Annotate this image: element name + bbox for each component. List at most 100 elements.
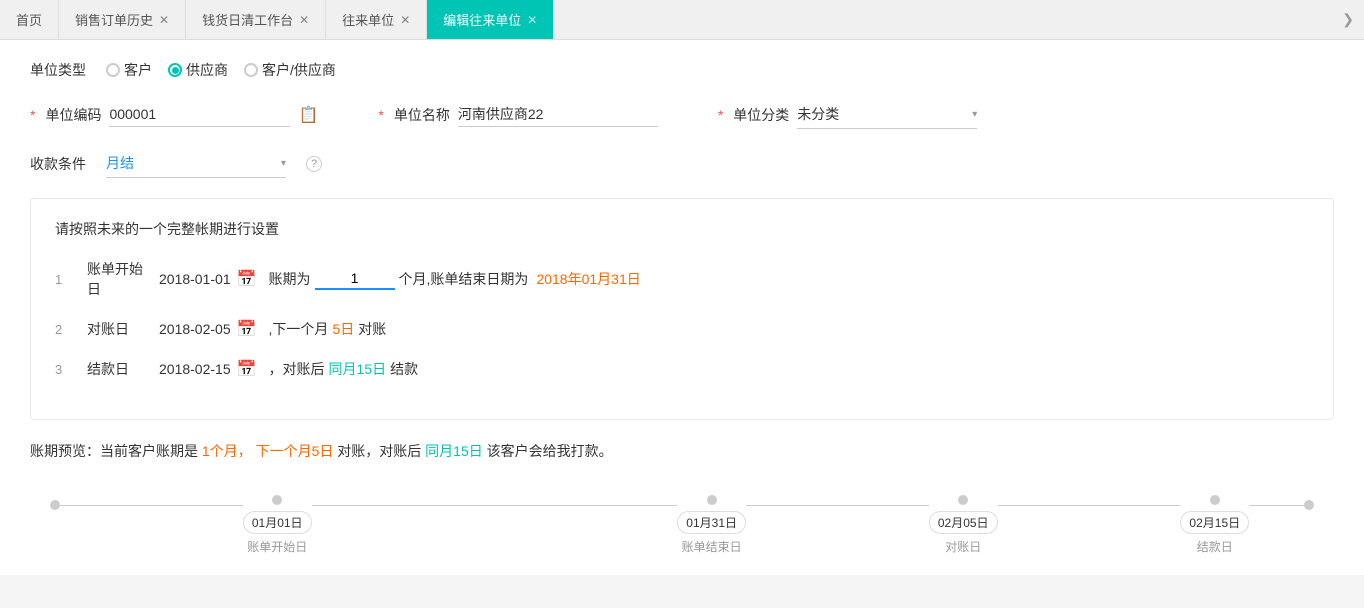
tab-sales-history-label: 销售订单历史 — [75, 10, 153, 29]
row-suffix-3: ，对账后 同月15日 结款 — [269, 359, 419, 379]
suffix-post-2: 对账 — [358, 319, 386, 339]
radio-customer-label: 客户 — [124, 60, 152, 80]
payment-dropdown[interactable]: 月结 ▾ — [106, 149, 286, 178]
suffix-pre-2: ,下一个月 — [269, 319, 329, 339]
row-num-1: 1 — [55, 272, 75, 287]
tl-label-3: 对账日 — [945, 538, 981, 555]
timeline-left-end — [50, 500, 60, 510]
timeline-point-1: 01月01日 账单开始日 — [243, 482, 312, 555]
radio-both-circle — [244, 63, 258, 77]
date-value-1: 2018-01-01 — [159, 271, 231, 287]
preview-prefix: 账期预览：当前客户账期是 — [30, 443, 198, 459]
unit-type-row: 单位类型 客户 供应商 客户/供应商 — [30, 60, 1334, 80]
tl-dot-1 — [272, 495, 282, 505]
suffix-pre-1: 账期为 — [269, 269, 311, 289]
date-field-1: 2018-01-01 📅 — [159, 269, 257, 289]
tab-edit-partner-label: 编辑往来单位 — [443, 10, 521, 29]
calendar-icon-2[interactable]: 📅 — [237, 319, 257, 339]
classify-arrow: ▾ — [972, 109, 977, 120]
tl-date-2: 01月31日 — [677, 511, 746, 534]
tl-connector-4 — [1249, 505, 1304, 506]
tl-connector-2 — [746, 505, 929, 506]
radio-supplier-circle — [168, 63, 182, 77]
timeline-point-3: 02月05日 对账日 — [929, 482, 998, 555]
suffix-post-3: 结款 — [390, 359, 418, 379]
tab-partners-close[interactable]: ✕ — [400, 13, 410, 27]
preview-settle: 同月15日 — [425, 443, 483, 459]
tab-home[interactable]: 首页 — [0, 0, 59, 39]
preview-suffix: 该客户会给我打款。 — [487, 443, 613, 459]
tl-label-4: 结款日 — [1197, 538, 1233, 555]
tab-partners[interactable]: 往来单位 ✕ — [326, 0, 427, 39]
radio-group: 客户 供应商 客户/供应商 — [106, 60, 336, 80]
classify-field: * 单位分类 未分类 ▾ — [718, 100, 977, 129]
classify-value: 未分类 — [797, 104, 839, 124]
highlight-3: 同月15日 — [329, 359, 387, 379]
setting-row-2: 2 对账日 2018-02-05 📅 ,下一个月 5日 对账 — [55, 319, 1309, 339]
unit-type-label: 单位类型 — [30, 60, 86, 80]
code-label: 单位编码 — [45, 105, 101, 125]
row-type-2: 对账日 — [87, 319, 147, 339]
copy-icon[interactable]: 📋 — [298, 105, 318, 125]
code-input[interactable] — [109, 102, 290, 127]
tl-label-2: 账单结束日 — [682, 538, 742, 555]
row-num-3: 3 — [55, 362, 75, 377]
tab-sales-history[interactable]: 销售订单历史 ✕ — [59, 0, 186, 39]
payment-arrow: ▾ — [281, 158, 286, 169]
suffix-pre-3: ，对账后 — [269, 359, 325, 379]
preview-section: 账期预览：当前客户账期是 1个月， 下一个月5日 对账，对账后 同月15日 该客… — [30, 440, 1334, 462]
row-suffix-1: 账期为 个月,账单结束日期为 2018年01月31日 — [269, 268, 641, 290]
tab-home-label: 首页 — [16, 10, 42, 29]
tl-connector-0 — [60, 505, 243, 506]
tl-dot-2 — [707, 495, 717, 505]
code-field: * 单位编码 📋 — [30, 102, 318, 127]
required-star-name: * — [378, 107, 383, 123]
radio-both-label: 客户/供应商 — [262, 60, 336, 80]
tab-edit-partner-close[interactable]: ✕ — [527, 13, 537, 27]
section-title: 请按照未来的一个完整帐期进行设置 — [55, 219, 1309, 239]
tl-date-1: 01月01日 — [243, 511, 312, 534]
tab-cash-work[interactable]: 钱货日清工作台 ✕ — [186, 0, 326, 39]
payment-help[interactable]: ? — [306, 156, 322, 172]
calendar-icon-3[interactable]: 📅 — [237, 359, 257, 379]
name-input[interactable] — [458, 102, 658, 127]
fields-row: * 单位编码 📋 * 单位名称 * 单位分类 未分类 ▾ — [30, 100, 1334, 129]
tab-expand[interactable]: ❯ — [1332, 0, 1364, 39]
tab-cash-work-label: 钱货日清工作台 — [202, 10, 293, 29]
calendar-icon-1[interactable]: 📅 — [237, 269, 257, 289]
settings-section: 请按照未来的一个完整帐期进行设置 1 账单开始日 2018-01-01 📅 账期… — [30, 198, 1334, 420]
row-num-2: 2 — [55, 322, 75, 337]
preview-middle: 对账，对账后 — [337, 443, 421, 459]
classify-dropdown[interactable]: 未分类 ▾ — [797, 100, 977, 129]
tl-dot-4 — [1210, 495, 1220, 505]
timeline-container: 01月01日 账单开始日 01月31日 账单结束日 02月05日 对账日 — [30, 482, 1334, 555]
timeline-wrapper: 01月01日 账单开始日 01月31日 账单结束日 02月05日 对账日 — [50, 482, 1314, 555]
main-content: 单位类型 客户 供应商 客户/供应商 * 单位编码 📋 * 单位名称 — [0, 40, 1364, 575]
timeline-point-2: 01月31日 账单结束日 — [677, 482, 746, 555]
date-field-3: 2018-02-15 📅 — [159, 359, 257, 379]
tab-bar: 首页 销售订单历史 ✕ 钱货日清工作台 ✕ 往来单位 ✕ 编辑往来单位 ✕ ❯ — [0, 0, 1364, 40]
payment-row: 收款条件 月结 ▾ ? — [30, 149, 1334, 178]
suffix-post-1: 个月,账单结束日期为 — [399, 269, 529, 289]
radio-both[interactable]: 客户/供应商 — [244, 60, 336, 80]
row-suffix-2: ,下一个月 5日 对账 — [269, 319, 387, 339]
radio-customer[interactable]: 客户 — [106, 60, 152, 80]
tl-connector-1 — [312, 505, 678, 506]
name-label: 单位名称 — [394, 105, 450, 125]
preview-period: 1个月， — [202, 443, 252, 459]
payment-label: 收款条件 — [30, 154, 86, 174]
tab-cash-work-close[interactable]: ✕ — [299, 13, 309, 27]
tab-sales-history-close[interactable]: ✕ — [159, 13, 169, 27]
radio-supplier[interactable]: 供应商 — [168, 60, 228, 80]
classify-label: 单位分类 — [733, 105, 789, 125]
tl-date-3: 02月05日 — [929, 511, 998, 534]
name-field: * 单位名称 — [378, 102, 657, 127]
tl-dot-3 — [958, 495, 968, 505]
end-date-1: 2018年01月31日 — [536, 269, 640, 289]
preview-next: 下一个月5日 — [256, 443, 334, 459]
tl-connector-3 — [998, 505, 1181, 506]
tab-edit-partner[interactable]: 编辑往来单位 ✕ — [427, 0, 554, 39]
period-input[interactable] — [315, 268, 395, 290]
row-type-3: 结款日 — [87, 359, 147, 379]
date-field-2: 2018-02-05 📅 — [159, 319, 257, 339]
